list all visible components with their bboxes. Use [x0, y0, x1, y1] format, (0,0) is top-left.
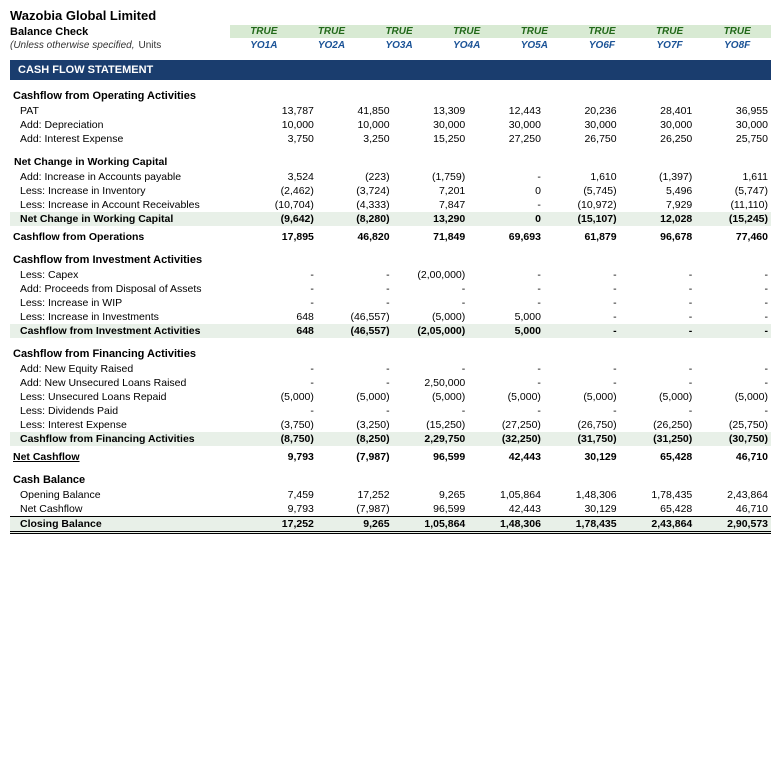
table-row: Less: Increase in Account Receivables (1… [10, 198, 771, 212]
year-col: YO4A [433, 39, 501, 52]
true-labels-row: TRUETRUETRUETRUETRUETRUETRUETRUE [230, 25, 771, 38]
year-col: YO3A [365, 39, 433, 52]
opening-balance-row: Opening Balance 7,459 17,252 9,265 1,05,… [10, 488, 771, 502]
table-row: Add: New Equity Raised - - - - - - - [10, 362, 771, 376]
balance-check-label: Balance Check [10, 26, 230, 38]
true-label: TRUE [298, 25, 366, 38]
year-col: YO7F [636, 39, 704, 52]
table-row: Less: Increase in WIP - - - - - - - [10, 296, 771, 310]
cashflow-ops-row: Cashflow from Operations 17,895 46,820 7… [10, 230, 771, 244]
year-col: YO8F [703, 39, 771, 52]
true-label: TRUE [636, 25, 704, 38]
table-row: Less: Unsecured Loans Repaid (5,000) (5,… [10, 390, 771, 404]
table-row: Add: New Unsecured Loans Raised - - 2,50… [10, 376, 771, 390]
table-row: Add: Depreciation 10,000 10,000 30,000 3… [10, 118, 771, 132]
true-label: TRUE [230, 25, 298, 38]
company-title: Wazobia Global Limited [10, 8, 771, 23]
table-row: Less: Increase in Inventory (2,462) (3,7… [10, 184, 771, 198]
cash-balance-title: Cash Balance [10, 468, 241, 488]
table-row: Less: Interest Expense (3,750) (3,250) (… [10, 418, 771, 432]
table-row: Add: Interest Expense 3,750 3,250 15,250… [10, 132, 771, 146]
units-label: Units [139, 40, 162, 51]
table-row: Less: Increase in Investments 648 (46,55… [10, 310, 771, 324]
true-label: TRUE [501, 25, 569, 38]
net-cashflow-row: Net Cashflow 9,793 (7,987) 96,599 42,443… [10, 450, 771, 464]
true-label: TRUE [568, 25, 636, 38]
section-header: CASH FLOW STATEMENT [10, 60, 771, 80]
table-row: Add: Increase in Accounts payable 3,524 … [10, 170, 771, 184]
financing-total-row: Cashflow from Financing Activities (8,75… [10, 432, 771, 446]
investment-title: Cashflow from Investment Activities [10, 248, 241, 268]
table-row: PAT 13,787 41,850 13,309 12,443 20,236 2… [10, 104, 771, 118]
year-col: YO2A [298, 39, 366, 52]
financing-title: Cashflow from Financing Activities [10, 342, 241, 362]
table-row: Less: Capex - - (2,00,000) - - - - [10, 268, 771, 282]
closing-balance-row: Closing Balance 17,252 9,265 1,05,864 1,… [10, 517, 771, 533]
unless-label: (Unless otherwise specified, [10, 40, 135, 51]
operating-title: Cashflow from Operating Activities [10, 84, 241, 104]
year-col: YO5A [501, 39, 569, 52]
wc-title: Net Change in Working Capital [10, 150, 241, 170]
true-label: TRUE [703, 25, 771, 38]
table-row: Less: Dividends Paid - - - - - - - [10, 404, 771, 418]
table-row: Add: Proceeds from Disposal of Assets - … [10, 282, 771, 296]
year-col: YO1A [230, 39, 298, 52]
net-cashflow-balance-row: Net Cashflow 9,793 (7,987) 96,599 42,443… [10, 502, 771, 517]
net-wc-row: Net Change in Working Capital (9,642) (8… [10, 212, 771, 226]
true-label: TRUE [433, 25, 501, 38]
year-cols-row: YO1AYO2AYO3AYO4AYO5AYO6FYO7FYO8F [230, 39, 771, 52]
year-col: YO6F [568, 39, 636, 52]
true-label: TRUE [365, 25, 433, 38]
investment-total-row: Cashflow from Investment Activities 648 … [10, 324, 771, 338]
